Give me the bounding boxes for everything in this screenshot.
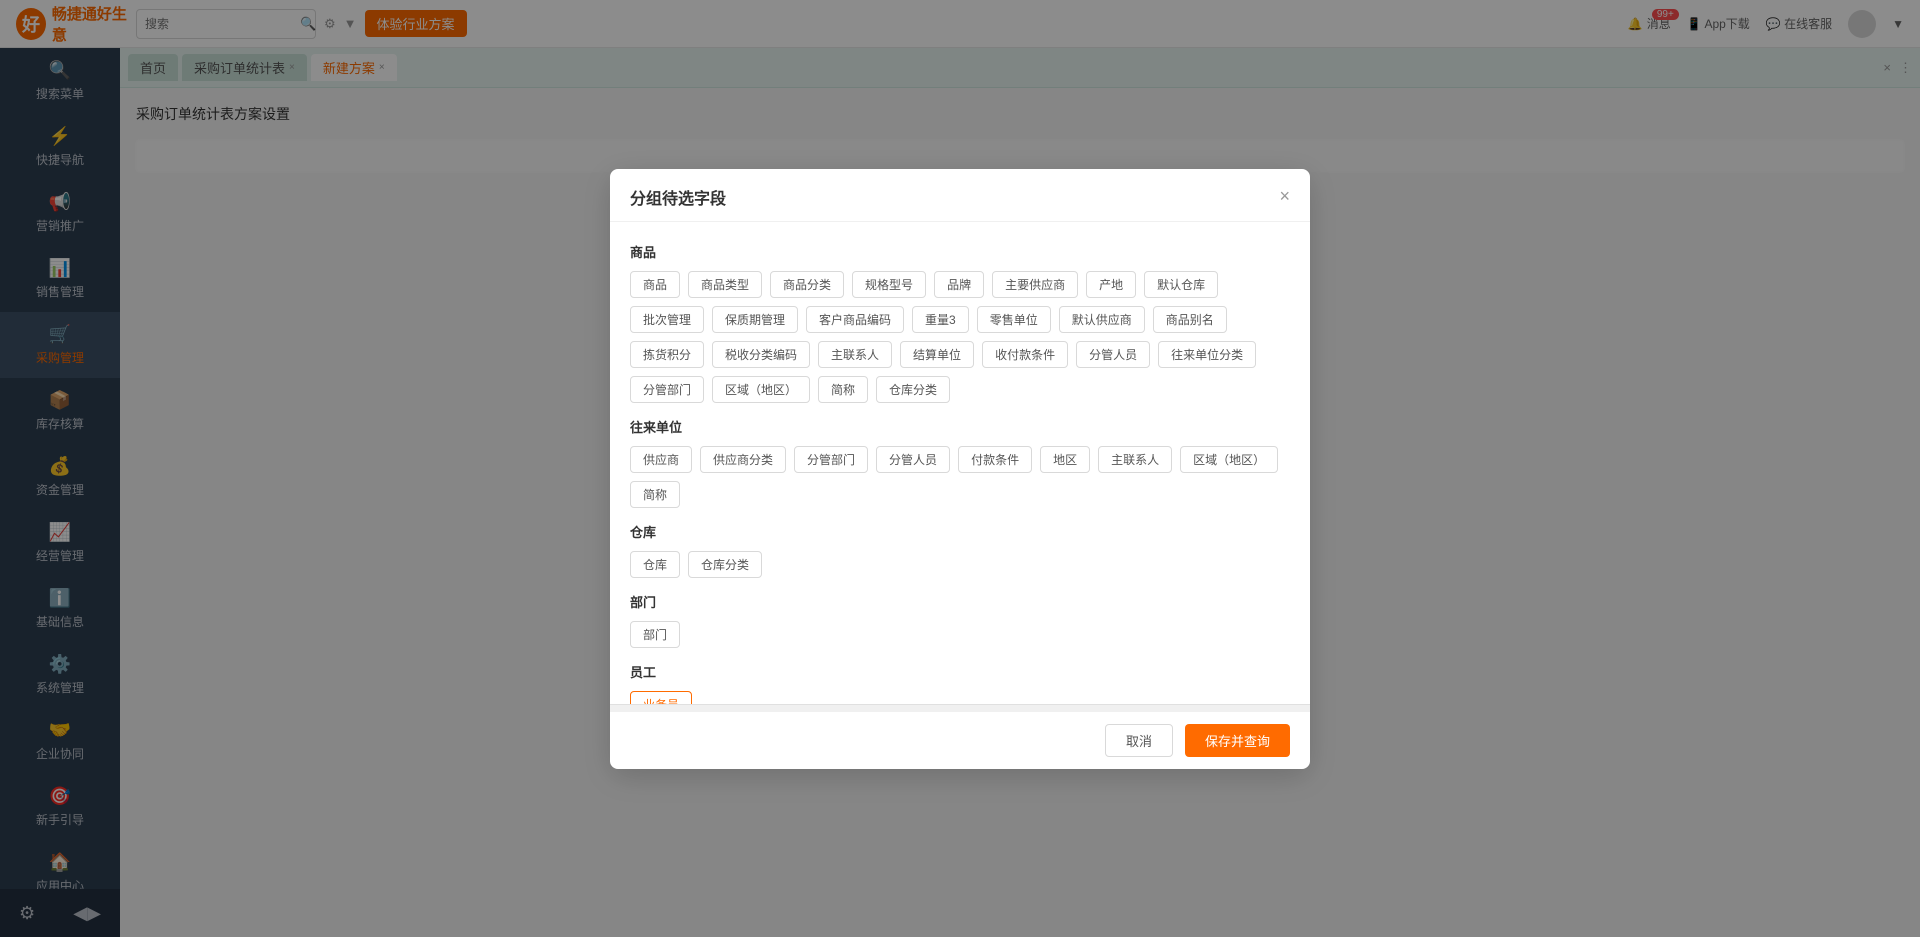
tag-0-14[interactable]: 商品别名: [1153, 306, 1227, 333]
tag-0-17[interactable]: 主联系人: [818, 341, 892, 368]
tag-0-4[interactable]: 品牌: [934, 271, 984, 298]
tag-0-23[interactable]: 区域（地区）: [712, 376, 810, 403]
tags-row-3: 部门: [630, 621, 1290, 648]
tag-2-0[interactable]: 仓库: [630, 551, 680, 578]
modal-dialog: 分组待选字段 × 商品商品商品类型商品分类规格型号品牌主要供应商产地默认仓库批次…: [610, 169, 1310, 769]
tag-1-1[interactable]: 供应商分类: [700, 446, 786, 473]
tag-0-19[interactable]: 收付款条件: [982, 341, 1068, 368]
tag-0-18[interactable]: 结算单位: [900, 341, 974, 368]
tag-1-0[interactable]: 供应商: [630, 446, 692, 473]
tag-0-5[interactable]: 主要供应商: [992, 271, 1078, 298]
section-title-1: 往来单位: [630, 417, 1290, 436]
tag-0-10[interactable]: 客户商品编码: [806, 306, 904, 333]
tag-0-11[interactable]: 重量3: [912, 306, 969, 333]
tag-0-16[interactable]: 税收分类编码: [712, 341, 810, 368]
tag-0-22[interactable]: 分管部门: [630, 376, 704, 403]
tag-3-0[interactable]: 部门: [630, 621, 680, 648]
tags-row-2: 仓库仓库分类: [630, 551, 1290, 578]
tag-2-1[interactable]: 仓库分类: [688, 551, 762, 578]
tag-1-8[interactable]: 简称: [630, 481, 680, 508]
cancel-button[interactable]: 取消: [1105, 724, 1173, 757]
tag-0-9[interactable]: 保质期管理: [712, 306, 798, 333]
tag-1-3[interactable]: 分管人员: [876, 446, 950, 473]
tag-1-2[interactable]: 分管部门: [794, 446, 868, 473]
tag-0-13[interactable]: 默认供应商: [1059, 306, 1145, 333]
section-title-3: 部门: [630, 592, 1290, 611]
tag-4-0[interactable]: 业务员: [630, 691, 692, 705]
modal-header: 分组待选字段 ×: [610, 169, 1310, 222]
modal-body: 商品商品商品类型商品分类规格型号品牌主要供应商产地默认仓库批次管理保质期管理客户…: [610, 222, 1310, 705]
modal-footer: 取消 保存并查询: [610, 711, 1310, 769]
tag-0-15[interactable]: 拣货积分: [630, 341, 704, 368]
tag-0-2[interactable]: 商品分类: [770, 271, 844, 298]
tag-0-8[interactable]: 批次管理: [630, 306, 704, 333]
modal-overlay: 分组待选字段 × 商品商品商品类型商品分类规格型号品牌主要供应商产地默认仓库批次…: [0, 0, 1920, 937]
section-title-4: 员工: [630, 662, 1290, 681]
tag-0-25[interactable]: 仓库分类: [876, 376, 950, 403]
confirm-button[interactable]: 保存并查询: [1185, 724, 1290, 757]
modal-close-button[interactable]: ×: [1279, 186, 1290, 207]
tags-row-0: 商品商品类型商品分类规格型号品牌主要供应商产地默认仓库批次管理保质期管理客户商品…: [630, 271, 1290, 403]
tag-1-5[interactable]: 地区: [1040, 446, 1090, 473]
section-title-2: 仓库: [630, 522, 1290, 541]
section-title-0: 商品: [630, 242, 1290, 261]
tag-0-6[interactable]: 产地: [1086, 271, 1136, 298]
tag-0-24[interactable]: 简称: [818, 376, 868, 403]
tag-1-4[interactable]: 付款条件: [958, 446, 1032, 473]
tag-0-12[interactable]: 零售单位: [977, 306, 1051, 333]
tag-0-7[interactable]: 默认仓库: [1144, 271, 1218, 298]
tag-1-7[interactable]: 区域（地区）: [1180, 446, 1278, 473]
tag-0-3[interactable]: 规格型号: [852, 271, 926, 298]
tags-row-4: 业务员: [630, 691, 1290, 705]
modal-title: 分组待选字段: [630, 185, 726, 209]
tag-0-1[interactable]: 商品类型: [688, 271, 762, 298]
tag-0-0[interactable]: 商品: [630, 271, 680, 298]
tag-0-20[interactable]: 分管人员: [1076, 341, 1150, 368]
tag-0-21[interactable]: 往来单位分类: [1158, 341, 1256, 368]
tags-row-1: 供应商供应商分类分管部门分管人员付款条件地区主联系人区域（地区） 简称: [630, 446, 1290, 508]
tag-1-6[interactable]: 主联系人: [1098, 446, 1172, 473]
